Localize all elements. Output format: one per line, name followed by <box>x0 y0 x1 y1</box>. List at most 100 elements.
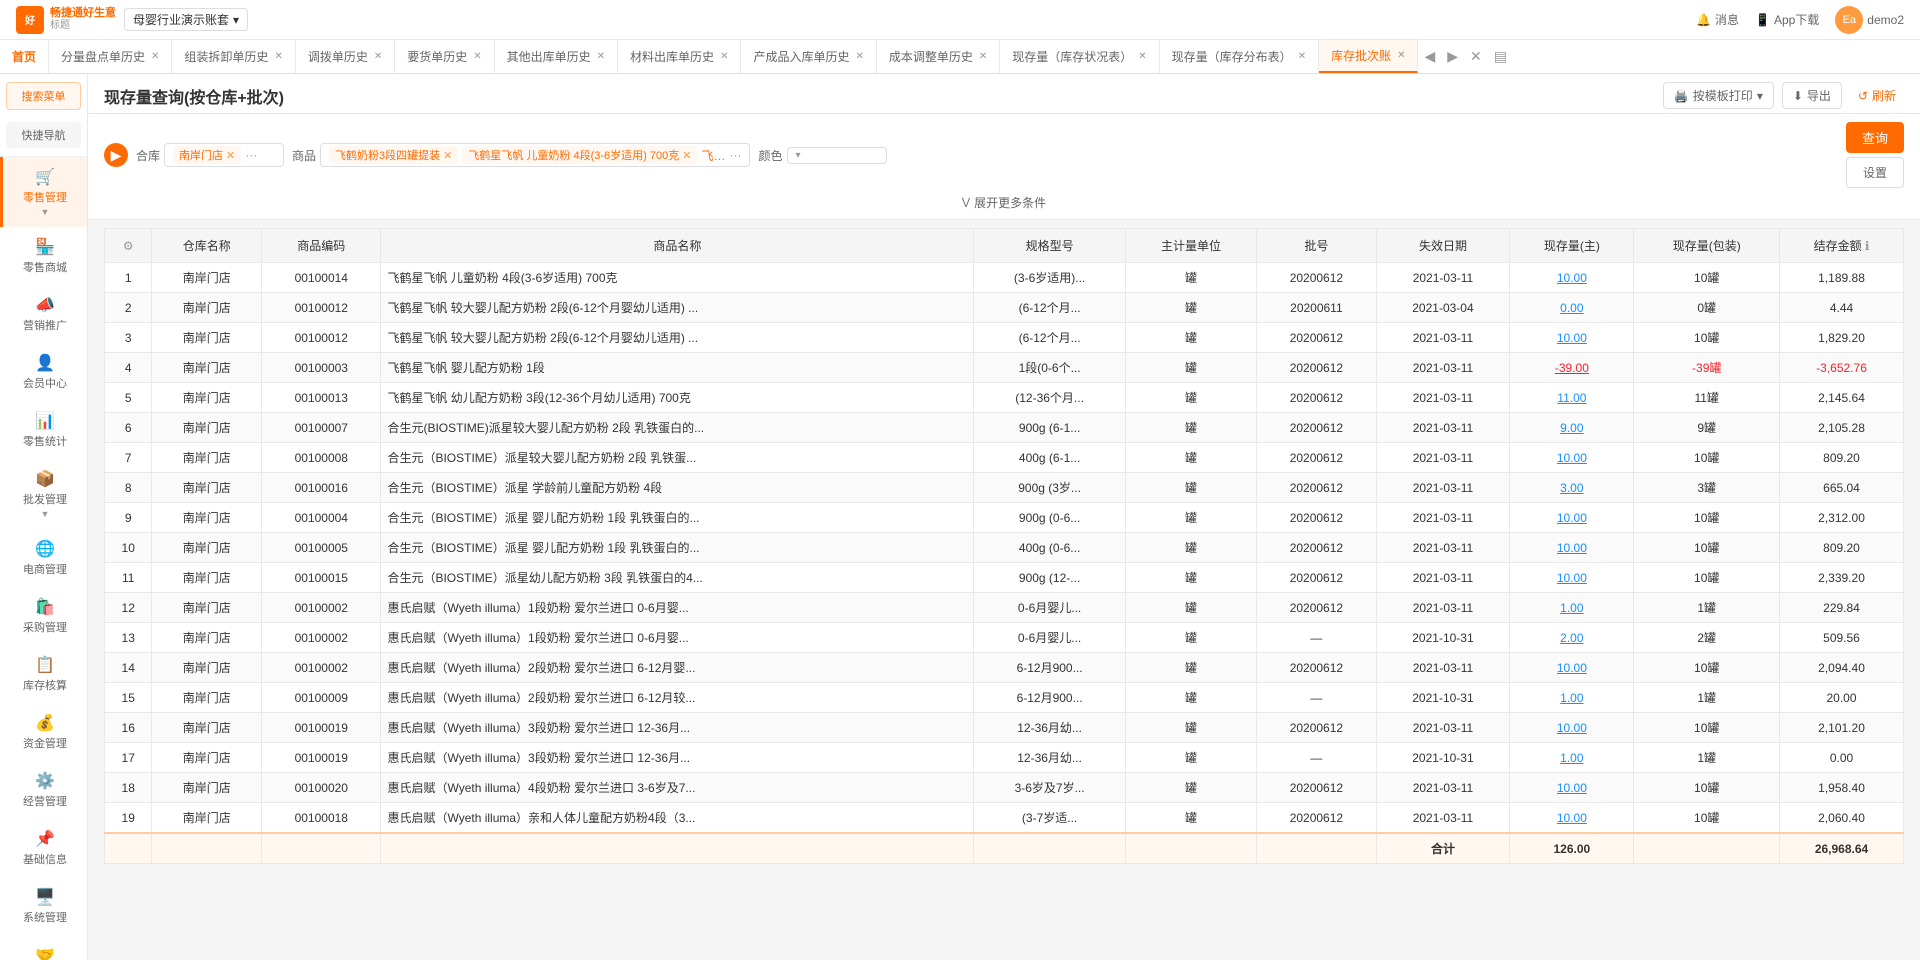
cell-qty-main[interactable]: 10.00 <box>1510 323 1634 353</box>
tab-transfer[interactable]: 调拨单历史 ✕ <box>296 40 395 73</box>
setting-button[interactable]: 设置 <box>1846 157 1904 188</box>
tab-home[interactable]: 首页 <box>0 40 49 73</box>
cell-qty-pack: 3罐 <box>1634 473 1780 503</box>
close-icon[interactable]: ✕ <box>597 51 605 62</box>
th-settings[interactable]: ⚙ <box>105 229 152 263</box>
cell-qty-main[interactable]: 10.00 <box>1510 713 1634 743</box>
tab-inventory-dist[interactable]: 现存量（库存分布表） ✕ <box>1160 40 1319 73</box>
sidebar-item-member-center[interactable]: 👤 会员中心 <box>0 343 87 401</box>
messages-button[interactable]: 🔔 消息 <box>1696 11 1739 28</box>
table-row: 19南岸门店00100018惠氏启赋（Wyeth illuma）亲和人体儿童配方… <box>105 803 1904 834</box>
tag-close-icon[interactable]: ✕ <box>443 149 452 162</box>
cell-qty-main[interactable]: 10.00 <box>1510 803 1634 834</box>
cell-balance: 809.20 <box>1780 533 1904 563</box>
template-print-button[interactable]: 🖨️ 按模板打印 ▾ <box>1663 82 1774 109</box>
cell-qty-main[interactable]: 1.00 <box>1510 743 1634 773</box>
cell-batch: 20200612 <box>1257 803 1376 834</box>
cell-qty-main[interactable]: -39.00 <box>1510 353 1634 383</box>
cell-batch: — <box>1257 623 1376 653</box>
sidebar-item-ecommerce-mgmt[interactable]: 🌐 电商管理 <box>0 529 87 587</box>
cell-qty-main[interactable]: 10.00 <box>1510 263 1634 293</box>
tab-other-out[interactable]: 其他出库单历史 ✕ <box>495 40 618 73</box>
chevron-down-icon: ▼ <box>41 509 50 519</box>
filter-expand-button[interactable]: ▶ <box>104 143 128 167</box>
sidebar-item-inventory-check[interactable]: 📋 库存核算 <box>0 645 87 703</box>
refresh-button[interactable]: ↺ 刷新 <box>1850 83 1904 108</box>
tab-nav-prev[interactable]: ◀ <box>1418 40 1441 73</box>
close-icon[interactable]: ✕ <box>720 51 728 62</box>
tab-nav-next[interactable]: ▶ <box>1441 40 1464 73</box>
tab-close-all[interactable]: ✕ <box>1464 40 1488 73</box>
info-icon[interactable]: ℹ <box>1865 239 1870 253</box>
sidebar-item-enterprise-coop[interactable]: 🤝 企业协同 <box>0 935 87 960</box>
close-icon[interactable]: ✕ <box>1138 51 1146 62</box>
close-icon[interactable]: ✕ <box>1397 50 1405 61</box>
tab-disassemble[interactable]: 组装拆卸单历史 ✕ <box>172 40 295 73</box>
sidebar-item-basic-info[interactable]: 📌 基础信息 <box>0 819 87 877</box>
cell-idx: 18 <box>105 773 152 803</box>
sidebar-item-system-mgmt[interactable]: 🖥️ 系统管理 <box>0 877 87 935</box>
search-menu-button[interactable]: 搜索菜单 <box>6 82 81 110</box>
cell-qty-main[interactable]: 10.00 <box>1510 563 1634 593</box>
close-icon[interactable]: ✕ <box>855 51 863 62</box>
cell-qty-main[interactable]: 10.00 <box>1510 533 1634 563</box>
close-icon[interactable]: ✕ <box>151 51 159 62</box>
cell-qty-main[interactable]: 10.00 <box>1510 443 1634 473</box>
sidebar-item-purchase-mgmt[interactable]: 🛍️ 采购管理 <box>0 587 87 645</box>
cell-warehouse: 南岸门店 <box>152 683 262 713</box>
tab-requisition[interactable]: 要货单历史 ✕ <box>395 40 494 73</box>
cell-qty-main[interactable]: 1.00 <box>1510 593 1634 623</box>
cell-qty-main[interactable]: 10.00 <box>1510 503 1634 533</box>
sidebar-item-wholesale-mgmt[interactable]: 📦 批发管理 ▼ <box>0 459 87 529</box>
sidebar-item-retail-store[interactable]: 🏪 零售商城 <box>0 227 87 285</box>
tab-inventory-status[interactable]: 现存量（库存状况表） ✕ <box>1000 40 1159 73</box>
cell-qty-main[interactable]: 1.00 <box>1510 683 1634 713</box>
tag-close-icon[interactable]: ✕ <box>226 149 235 162</box>
quick-nav-button[interactable]: 快捷导航 <box>6 122 81 148</box>
cell-qty-main[interactable]: 10.00 <box>1510 773 1634 803</box>
cell-unit: 罐 <box>1125 593 1256 623</box>
cell-qty-main[interactable]: 0.00 <box>1510 293 1634 323</box>
tab-cost-adjust[interactable]: 成本调整单历史 ✕ <box>877 40 1000 73</box>
cell-idx: 15 <box>105 683 152 713</box>
product-more-dots[interactable]: ··· <box>729 148 741 162</box>
tag-close-icon[interactable]: ✕ <box>682 149 691 162</box>
sidebar-item-operation-mgmt[interactable]: ⚙️ 经营管理 <box>0 761 87 819</box>
sidebar-item-marketing[interactable]: 📣 营销推广 <box>0 285 87 343</box>
cell-code: 00100016 <box>262 473 381 503</box>
tab-warehouse-batch[interactable]: 库存批次账 ✕ <box>1319 40 1418 73</box>
cell-qty-main[interactable]: 3.00 <box>1510 473 1634 503</box>
sidebar-item-finance-mgmt[interactable]: 💰 资金管理 <box>0 703 87 761</box>
tab-material-out[interactable]: 材料出库单历史 ✕ <box>618 40 741 73</box>
cell-qty-main[interactable]: 10.00 <box>1510 653 1634 683</box>
close-icon[interactable]: ✕ <box>274 51 282 62</box>
account-selector[interactable]: 母婴行业演示账套 ▾ <box>124 8 248 31</box>
user-avatar[interactable]: Ea demo2 <box>1835 6 1904 34</box>
cell-expiry: 2021-10-31 <box>1376 743 1510 773</box>
tab-split-inventory[interactable]: 分量盘点单历史 ✕ <box>49 40 172 73</box>
export-button[interactable]: ⬇ 导出 <box>1782 82 1842 109</box>
color-tag-container[interactable]: ▾ <box>787 147 887 164</box>
sidebar-item-retail-stats[interactable]: 📊 零售统计 <box>0 401 87 459</box>
ecommerce-icon: 🌐 <box>35 539 55 559</box>
cell-qty-main[interactable]: 11.00 <box>1510 383 1634 413</box>
close-icon[interactable]: ✕ <box>473 51 481 62</box>
tab-product-in[interactable]: 产成品入库单历史 ✕ <box>741 40 876 73</box>
close-icon[interactable]: ✕ <box>979 51 987 62</box>
cell-idx: 10 <box>105 533 152 563</box>
close-icon[interactable]: ✕ <box>374 51 382 62</box>
expand-more-button[interactable]: ⋁ 展开更多条件 <box>104 188 1904 211</box>
app-download-button[interactable]: 📱 App下载 <box>1755 11 1819 28</box>
cell-qty-main[interactable]: 2.00 <box>1510 623 1634 653</box>
sidebar-item-retail-mgmt[interactable]: 🛒 零售管理 ▼ <box>0 157 87 227</box>
cell-qty-main[interactable]: 9.00 <box>1510 413 1634 443</box>
cell-balance: -3,652.76 <box>1780 353 1904 383</box>
tab-menu[interactable]: ▤ <box>1488 40 1513 73</box>
query-button[interactable]: 查询 <box>1846 122 1904 153</box>
cell-batch: — <box>1257 683 1376 713</box>
warehouse-more-dots[interactable]: ··· <box>245 148 257 162</box>
close-icon[interactable]: ✕ <box>1298 51 1306 62</box>
product-tag-container[interactable]: 飞鹤奶粉3段四罐提装 ✕ 飞鹤星飞帆 儿童奶粉 4段(3-6岁适用) 700克 … <box>320 143 750 167</box>
table-row: 1南岸门店00100014飞鹤星飞帆 儿童奶粉 4段(3-6岁适用) 700克(… <box>105 263 1904 293</box>
warehouse-tag-container[interactable]: 南岸门店 ✕ ··· <box>164 143 284 167</box>
